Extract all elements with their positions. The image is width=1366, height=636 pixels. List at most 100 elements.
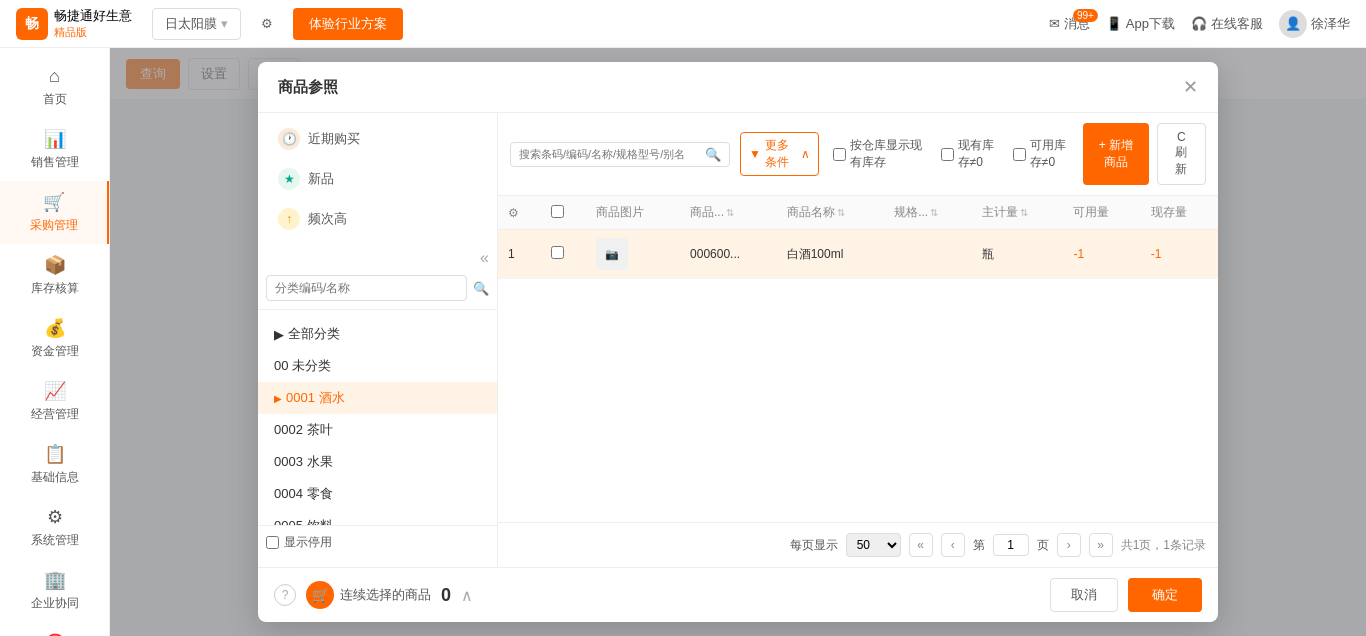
total-info: 共1页，1条记录: [1121, 537, 1206, 554]
customer-service-button[interactable]: 🎧 在线客服: [1191, 15, 1263, 33]
last-page-btn[interactable]: »: [1089, 533, 1113, 557]
sidebar-item-finance[interactable]: 💰 资金管理: [0, 307, 109, 370]
info-icon: 📋: [44, 443, 66, 465]
col-available: 可用量: [1063, 196, 1140, 230]
toolbar-action-btns: + 新增商品 C 刷新: [1083, 123, 1206, 185]
category-search-input[interactable]: [266, 275, 467, 301]
pagination-bar: 每页显示 50 20 100 « ‹ 第 页 ›: [498, 522, 1218, 567]
cart-label: 连续选择的商品: [340, 586, 431, 604]
page-suffix: 页: [1037, 537, 1049, 554]
cell-code: 000600...: [680, 230, 777, 279]
user-profile[interactable]: 👤 徐泽华: [1279, 10, 1350, 38]
cell-unit: 瓶: [972, 230, 1063, 279]
sidebar-item-inventory[interactable]: 📦 库存核算: [0, 244, 109, 307]
logo-text: 畅捷通好生意 精品版: [54, 7, 132, 40]
sidebar-item-purchase[interactable]: 🛒 采购管理: [0, 181, 109, 244]
sort-icon: ⇅: [1020, 207, 1028, 218]
sidebar-item-guide[interactable]: 🎯 新手引导: [0, 622, 109, 636]
col-unit[interactable]: 主计量⇅: [972, 196, 1063, 230]
chevron-down-icon: ▾: [221, 16, 228, 31]
high-freq-btn[interactable]: ↑ 频次高: [266, 201, 489, 237]
stock-nonzero-check[interactable]: 现有库存≠0: [941, 137, 1001, 171]
col-gear[interactable]: ⚙: [498, 196, 541, 230]
sidebar-item-basic-info[interactable]: 📋 基础信息: [0, 433, 109, 496]
cta-button[interactable]: 体验行业方案: [293, 8, 403, 40]
sales-icon: 📊: [44, 128, 66, 150]
product-reference-modal: 商品参照 ✕ 🕐 近期购买 ★ 新: [258, 62, 1218, 622]
message-icon: ✉: [1049, 16, 1060, 31]
col-code[interactable]: 商品...⇅: [680, 196, 777, 230]
footer-action-btns: 取消 确定: [1050, 578, 1202, 612]
available-nonzero-check[interactable]: 可用库存≠0: [1013, 137, 1073, 171]
per-page-select[interactable]: 50 20 100: [846, 533, 901, 557]
filter-more-btn[interactable]: ▼ 更多条件 ∧: [740, 132, 819, 176]
cat-uncategorized[interactable]: 00 未分类: [258, 350, 497, 382]
warehouse-display-checkbox[interactable]: [833, 148, 846, 161]
topbar-right: ✉ 消息 99+ 📱 App下载 🎧 在线客服 👤 徐泽华: [1049, 10, 1350, 38]
messages-button[interactable]: ✉ 消息 99+: [1049, 15, 1090, 33]
col-spec[interactable]: 规格...⇅: [884, 196, 972, 230]
store-selector[interactable]: 日太阳膜 ▾: [152, 8, 241, 40]
refresh-button[interactable]: C 刷新: [1157, 123, 1206, 185]
show-disabled-label[interactable]: 显示停用: [266, 534, 332, 551]
sidebar-item-home[interactable]: ⌂ 首页: [0, 56, 109, 118]
right-toolbar: 🔍 ▼ 更多条件 ∧ 按仓库显示现有库存: [498, 113, 1218, 196]
cart-icon: 🛒: [306, 581, 334, 609]
row-checkbox[interactable]: [551, 246, 564, 259]
cancel-button[interactable]: 取消: [1050, 578, 1118, 612]
sidebar-item-enterprise[interactable]: 🏢 企业协同: [0, 559, 109, 622]
add-product-button[interactable]: + 新增商品: [1083, 123, 1149, 185]
col-checkbox: [541, 196, 587, 230]
cat-fruit[interactable]: 0003 水果: [258, 446, 497, 478]
show-disabled-checkbox[interactable]: [266, 536, 279, 549]
cat-liquor[interactable]: ▶ 0001 酒水: [258, 382, 497, 414]
operations-icon: 📈: [44, 380, 66, 402]
logo: 畅 畅捷通好生意 精品版: [16, 7, 132, 40]
search-icon[interactable]: 🔍: [473, 281, 489, 296]
filter-checkboxes: 按仓库显示现有库存 现有库存≠0 可用库存≠0: [833, 137, 1073, 171]
cat-beverage[interactable]: 0005 饮料: [258, 510, 497, 525]
collapse-cart-btn[interactable]: ∧: [461, 586, 473, 605]
category-list: ▶ 全部分类 00 未分类 ▶ 0001 酒水 0002 茶: [258, 310, 497, 525]
cell-index: 1: [498, 230, 541, 279]
select-all-checkbox[interactable]: [551, 205, 564, 218]
product-search-bar[interactable]: 🔍: [510, 142, 730, 167]
next-page-btn[interactable]: ›: [1057, 533, 1081, 557]
new-products-btn[interactable]: ★ 新品: [266, 161, 489, 197]
collapse-left-btn[interactable]: «: [480, 249, 489, 267]
confirm-button[interactable]: 确定: [1128, 578, 1202, 612]
topbar: 畅 畅捷通好生意 精品版 日太阳膜 ▾ ⚙ 体验行业方案 ✉ 消息 99+ 📱 …: [0, 0, 1366, 48]
col-name[interactable]: 商品名称⇅: [777, 196, 885, 230]
cat-tea[interactable]: 0002 茶叶: [258, 414, 497, 446]
help-icon[interactable]: ?: [274, 584, 296, 606]
cat-all[interactable]: ▶ 全部分类: [258, 318, 497, 350]
stock-nonzero-checkbox[interactable]: [941, 148, 954, 161]
prev-page-btn[interactable]: ‹: [941, 533, 965, 557]
system-icon: ⚙: [47, 506, 63, 528]
sidebar-item-operations[interactable]: 📈 经营管理: [0, 370, 109, 433]
sidebar-item-label: 销售管理: [31, 154, 79, 171]
chevron-up-icon: ∧: [801, 147, 810, 161]
sidebar-item-system[interactable]: ⚙ 系统管理: [0, 496, 109, 559]
collapse-area: «: [258, 245, 497, 271]
app-download-button[interactable]: 📱 App下载: [1106, 15, 1175, 33]
col-stock: 现存量: [1141, 196, 1218, 230]
home-icon: ⌂: [49, 66, 60, 87]
category-search-row: 🔍: [258, 271, 497, 310]
sidebar-item-sales[interactable]: 📊 销售管理: [0, 118, 109, 181]
page-number-input[interactable]: [993, 534, 1029, 556]
table-row[interactable]: 1 📷 000600... 白酒100ml 瓶: [498, 230, 1218, 279]
cat-snack[interactable]: 0004 零食: [258, 478, 497, 510]
sort-icon: ⇅: [837, 207, 845, 218]
settings-icon[interactable]: ⚙: [251, 8, 283, 40]
cell-image: 📷: [586, 230, 680, 279]
product-search-input[interactable]: [519, 148, 701, 160]
sidebar-item-label: 库存核算: [31, 280, 79, 297]
first-page-btn[interactable]: «: [909, 533, 933, 557]
enterprise-icon: 🏢: [44, 569, 66, 591]
close-icon[interactable]: ✕: [1183, 76, 1198, 98]
warehouse-display-check[interactable]: 按仓库显示现有库存: [833, 137, 929, 171]
available-nonzero-checkbox[interactable]: [1013, 148, 1026, 161]
product-thumbnail: 📷: [596, 238, 628, 270]
recent-purchase-btn[interactable]: 🕐 近期购买: [266, 121, 489, 157]
